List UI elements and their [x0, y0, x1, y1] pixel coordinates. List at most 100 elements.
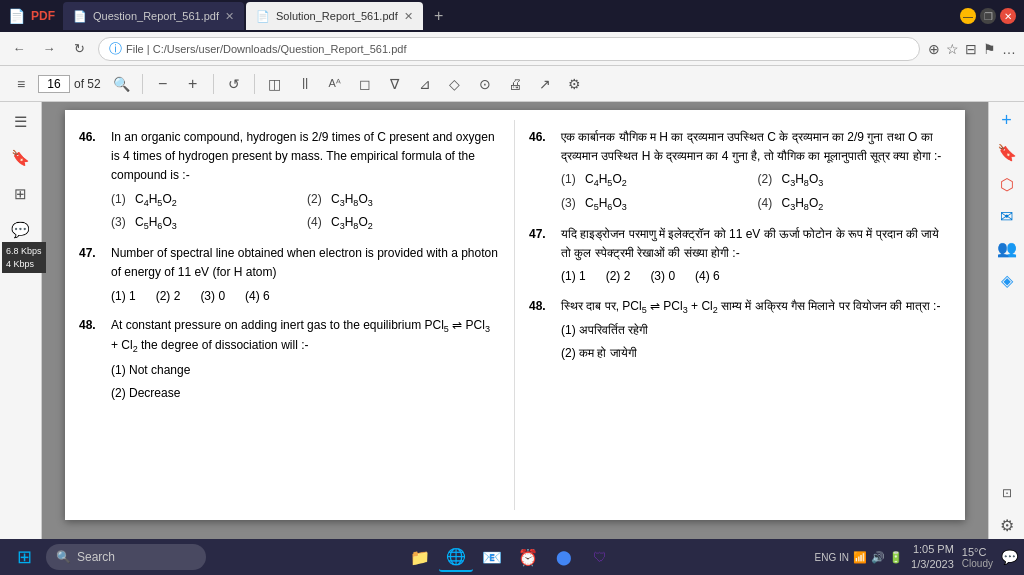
network-badge: 6.8 Kbps 4 Kbps — [2, 242, 46, 273]
back-button[interactable]: ← — [8, 38, 30, 60]
menu-button[interactable]: ≡ — [8, 71, 34, 97]
rs-office-icon[interactable]: ⬡ — [993, 170, 1021, 198]
q46r-opt3: (3) C5H6O3 — [561, 194, 755, 215]
zoom-out-button[interactable]: − — [150, 71, 176, 97]
rs-settings-icon[interactable]: ⚙ — [993, 511, 1021, 539]
annotation-button[interactable]: ⊿ — [412, 71, 438, 97]
rotate-button[interactable]: ↺ — [221, 71, 247, 97]
wifi-icon[interactable]: 📶 — [853, 551, 867, 564]
two-page-button[interactable]: ǀǀ — [292, 71, 318, 97]
tab-solution-report[interactable]: 📄 Solution_Report_561.pdf ✕ — [246, 2, 423, 30]
main-area: 6.8 Kbps 4 Kbps ☰ 🔖 ⊞ 💬 46. In an organi… — [0, 102, 1024, 539]
rs-teams-icon[interactable]: 👥 — [993, 234, 1021, 262]
new-tab-button[interactable]: + — [425, 3, 453, 29]
taskbar-search[interactable]: 🔍 Search — [46, 544, 206, 570]
settings-icon[interactable]: … — [1002, 41, 1016, 57]
tab-label-1: Question_Report_561.pdf — [93, 10, 219, 22]
page-info: 16 of 52 — [38, 75, 101, 93]
tab-icon-2: 📄 — [256, 10, 270, 23]
q48r-text: स्थिर दाब पर, PCl5 ⇌ PCl3 + Cl2 साम्य मे… — [561, 297, 951, 318]
feedback-icon[interactable]: ⚑ — [983, 41, 996, 57]
share-button[interactable]: ↗ — [532, 71, 558, 97]
select-button[interactable]: ◻ — [352, 71, 378, 97]
q46r-options: (1) C4H5O2 (2) C3H8O3 (3) C5H6O3 (4) — [561, 170, 951, 215]
left-sidebar: ☰ 🔖 ⊞ 💬 — [0, 102, 42, 539]
tab-close-1[interactable]: ✕ — [225, 10, 234, 23]
zoom-in-button[interactable]: + — [180, 71, 206, 97]
minimize-button[interactable]: — — [960, 8, 976, 24]
refresh-button[interactable]: ↻ — [68, 38, 90, 60]
clock-time: 1:05 PM — [911, 542, 954, 557]
start-button[interactable]: ⊞ — [6, 542, 42, 572]
q48r-header: 48. स्थिर दाब पर, PCl5 ⇌ PCl3 + Cl2 साम्… — [529, 297, 951, 318]
font-button[interactable]: Aᴬ — [322, 71, 348, 97]
collections-icon[interactable]: ⊟ — [965, 41, 977, 57]
battery-icon[interactable]: 🔋 — [889, 551, 903, 564]
page-total: of 52 — [74, 77, 101, 91]
window-controls: — ❐ ✕ — [960, 8, 1016, 24]
notification-icon[interactable]: 💬 — [1001, 549, 1018, 565]
q47-text: Number of spectral line obtained when el… — [111, 244, 500, 282]
rs-collections-icon[interactable]: ◈ — [993, 266, 1021, 294]
extensions-icon[interactable]: ⊕ — [928, 41, 940, 57]
comment-button[interactable]: ⊙ — [472, 71, 498, 97]
tab-close-2[interactable]: ✕ — [404, 10, 413, 23]
q48-opt2: (2) Decrease — [111, 384, 500, 403]
taskbar-app-chrome[interactable]: ⬤ — [547, 542, 581, 572]
rs-expand-icon[interactable]: ⊡ — [993, 479, 1021, 507]
q48r-num: 48. — [529, 297, 553, 318]
taskbar-search-icon: 🔍 — [56, 550, 71, 564]
tab-label-2: Solution_Report_561.pdf — [276, 10, 398, 22]
question-47-right: 47. यदि हाइड्रोजन परमाणु में इलेक्ट्रॉन … — [529, 225, 951, 287]
maximize-button[interactable]: ❐ — [980, 8, 996, 24]
q47-opt3: (3) 0 — [200, 287, 225, 306]
question-46-right: 46. एक कार्बानक यौगिक म H का द्रव्यमान उ… — [529, 128, 951, 215]
sidebar-nav-icon[interactable]: ☰ — [5, 106, 37, 138]
rs-outlook-icon[interactable]: ✉ — [993, 202, 1021, 230]
weather-widget[interactable]: 15°C Cloudy — [962, 546, 993, 569]
page-number-input[interactable]: 16 — [38, 75, 70, 93]
taskbar-app-clock[interactable]: ⏰ — [511, 542, 545, 572]
taskbar-app-mail[interactable]: 📧 — [475, 542, 509, 572]
address-input[interactable]: ⓘ File | C:/Users/user/Downloads/Questio… — [98, 37, 920, 61]
taskbar-app-vpn[interactable]: 🛡 — [583, 542, 617, 572]
q46r-text: एक कार्बानक यौगिक म H का द्रव्यमान उपस्थ… — [561, 128, 951, 166]
more-tools-button[interactable]: ⚙ — [562, 71, 588, 97]
q47-options: (1) 1 (2) 2 (3) 0 (4) 6 — [111, 287, 500, 306]
pdf-icon: PDF — [31, 9, 55, 23]
q47r-opt2: (2) 2 — [606, 267, 631, 286]
fit-page-button[interactable]: ◫ — [262, 71, 288, 97]
taskbar-clock[interactable]: 1:05 PM 1/3/2023 — [911, 542, 954, 573]
print-button[interactable]: 🖨 — [502, 71, 528, 97]
q46-opt2: (2) C3H8O3 — [307, 190, 500, 211]
sidebar-bookmark-icon[interactable]: 🔖 — [5, 142, 37, 174]
q48-text: At constant pressure on adding inert gas… — [111, 316, 500, 358]
forward-button[interactable]: → — [38, 38, 60, 60]
q46r-header: 46. एक कार्बानक यौगिक म H का द्रव्यमान उ… — [529, 128, 951, 166]
lang-indicator[interactable]: ENG IN — [815, 552, 849, 563]
q46-options: (1) C4H5O2 (2) C3H8O3 (3) C5H6O3 (4) — [111, 190, 500, 235]
favorites-icon[interactable]: ☆ — [946, 41, 959, 57]
hand-tool-button[interactable]: ∇ — [382, 71, 408, 97]
rs-bookmark-icon[interactable]: 🔖 — [993, 138, 1021, 166]
taskbar-app-edge[interactable]: 🌐 — [439, 542, 473, 572]
pdf-right-column: 46. एक कार्बानक यौगिक म H का द्रव्यमान उ… — [515, 120, 965, 510]
q47r-header: 47. यदि हाइड्रोजन परमाणु में इलेक्ट्रॉन … — [529, 225, 951, 263]
taskbar-app-files[interactable]: 📁 — [403, 542, 437, 572]
question-47-left: 47. Number of spectral line obtained whe… — [79, 244, 500, 306]
close-button[interactable]: ✕ — [1000, 8, 1016, 24]
highlight-button[interactable]: ◇ — [442, 71, 468, 97]
q48-header: 48. At constant pressure on adding inert… — [79, 316, 500, 358]
sound-icon[interactable]: 🔊 — [871, 551, 885, 564]
q47r-text: यदि हाइड्रोजन परमाणु में इलेक्ट्रॉन को 1… — [561, 225, 951, 263]
sidebar-layers-icon[interactable]: ⊞ — [5, 178, 37, 210]
search-toolbar-button[interactable]: 🔍 — [109, 71, 135, 97]
net-speed-1: 6.8 Kbps — [6, 245, 42, 258]
q47-opt1: (1) 1 — [111, 287, 136, 306]
q47r-opt3: (3) 0 — [650, 267, 675, 286]
info-icon: ⓘ — [109, 40, 122, 58]
q48r-opt2: (2) कम हो जायेगी — [561, 344, 951, 363]
rs-plus-icon[interactable]: + — [993, 106, 1021, 134]
tab-question-report[interactable]: 📄 Question_Report_561.pdf ✕ — [63, 2, 244, 30]
question-46-left: 46. In an organic compound, hydrogen is … — [79, 128, 500, 234]
